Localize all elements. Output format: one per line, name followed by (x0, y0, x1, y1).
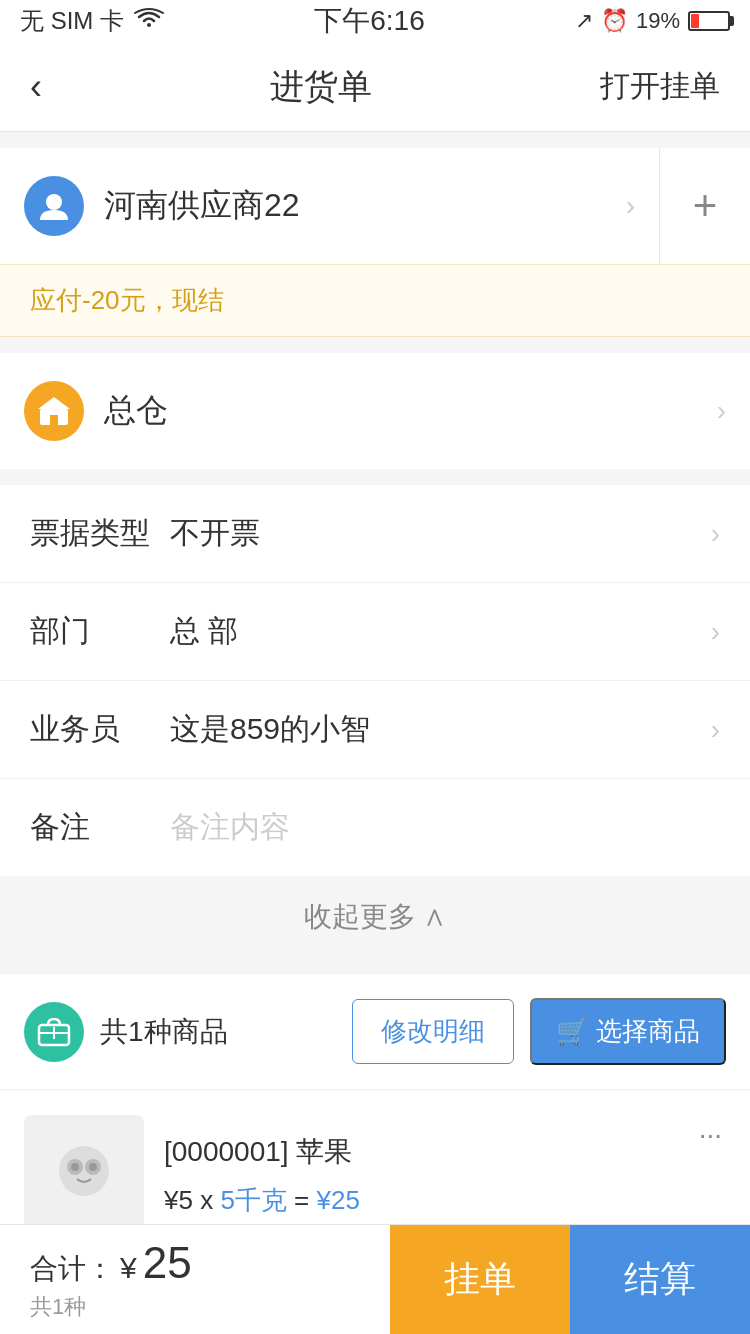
footer-total-area: 合计： ¥ 25 共1种 (0, 1238, 390, 1322)
department-chevron-icon: › (711, 616, 720, 648)
department-label: 部门 (30, 611, 170, 652)
open-hang-button[interactable]: 打开挂单 (600, 66, 720, 107)
settle-button[interactable]: 结算 (570, 1225, 750, 1335)
agent-row[interactable]: 业务员 这是859的小智 › (0, 681, 750, 779)
agent-chevron-icon: › (711, 714, 720, 746)
ticket-type-row[interactable]: 票据类型 不开票 › (0, 485, 750, 583)
product-code: [0000001] (164, 1136, 296, 1167)
supplier-chevron-icon: › (626, 190, 635, 222)
battery-percent: 19% (636, 8, 680, 34)
product-header: 共1种商品 修改明细 🛒 选择商品 (0, 974, 750, 1089)
status-time: 下午6:16 (314, 2, 425, 40)
product-thumbnail (24, 1115, 144, 1235)
footer-total-amount: 25 (143, 1238, 192, 1288)
hang-button[interactable]: 挂单 (390, 1225, 570, 1335)
notice-bar: 应付-20元，现结 (0, 264, 750, 337)
svg-rect-3 (50, 415, 58, 425)
page-title: 进货单 (270, 64, 372, 110)
status-right: ↗ ⏰ 19% (575, 8, 730, 34)
product-more-button[interactable]: ··· (695, 1115, 726, 1155)
svg-point-10 (71, 1163, 79, 1171)
product-icon (24, 1002, 84, 1062)
footer-total-label: 合计： (30, 1250, 114, 1288)
supplier-avatar (24, 176, 84, 236)
agent-value: 这是859的小智 (170, 709, 711, 750)
location-icon: ↗ (575, 8, 593, 34)
department-value: 总 部 (170, 611, 711, 652)
add-supplier-button[interactable]: + (660, 148, 750, 264)
notice-text: 应付-20元，现结 (30, 285, 224, 315)
nav-bar: ‹ 进货单 打开挂单 (0, 42, 750, 132)
product-count-label: 共1种商品 (100, 1013, 336, 1051)
ticket-type-label: 票据类型 (30, 513, 170, 554)
edit-detail-button[interactable]: 修改明细 (352, 999, 514, 1064)
back-button[interactable]: ‹ (30, 66, 42, 108)
product-info: [0000001] 苹果 ¥5 x 5千克 = ¥25 (164, 1133, 675, 1218)
footer: 合计： ¥ 25 共1种 挂单 结算 (0, 1224, 750, 1334)
select-product-label: 选择商品 (596, 1014, 700, 1049)
remark-row[interactable]: 备注 备注内容 (0, 779, 750, 876)
svg-point-7 (59, 1146, 109, 1196)
battery-icon (688, 11, 730, 31)
product-total: ¥25 (316, 1185, 359, 1215)
product-quantity: 5千克 (220, 1185, 286, 1215)
remark-input[interactable]: 备注内容 (170, 807, 720, 848)
svg-marker-2 (38, 397, 70, 409)
svg-point-11 (89, 1163, 97, 1171)
svg-point-0 (46, 194, 62, 210)
product-title: 苹果 (296, 1136, 352, 1167)
agent-label: 业务员 (30, 709, 170, 750)
price-equals: = (287, 1185, 317, 1215)
warehouse-section[interactable]: 总仓 › (0, 353, 750, 469)
product-price: ¥5 x 5千克 = ¥25 (164, 1183, 675, 1218)
status-left: 无 SIM 卡 (20, 5, 164, 37)
carrier-label: 无 SIM 卡 (20, 5, 124, 37)
form-section: 票据类型 不开票 › 部门 总 部 › 业务员 这是859的小智 › 备注 备注… (0, 485, 750, 876)
footer-currency: ¥ (120, 1251, 137, 1285)
ticket-type-chevron-icon: › (711, 518, 720, 550)
supplier-name: 河南供应商22 (104, 184, 626, 228)
ticket-type-value: 不开票 (170, 513, 711, 554)
collapse-label: 收起更多 ∧ (304, 898, 447, 936)
warehouse-icon (24, 381, 84, 441)
product-name: [0000001] 苹果 (164, 1133, 675, 1171)
supplier-section: 河南供应商22 › + (0, 148, 750, 264)
select-product-button[interactable]: 🛒 选择商品 (530, 998, 726, 1065)
alarm-icon: ⏰ (601, 8, 628, 34)
main-content: 河南供应商22 › + 应付-20元，现结 总仓 › 票据类型 不开票 › 部门 (0, 148, 750, 1334)
footer-sub-label: 共1种 (30, 1292, 360, 1322)
collapse-bar[interactable]: 收起更多 ∧ (0, 876, 750, 958)
price-unit: ¥5 x (164, 1185, 220, 1215)
warehouse-chevron-icon: › (717, 395, 726, 427)
remark-label: 备注 (30, 807, 170, 848)
status-bar: 无 SIM 卡 下午6:16 ↗ ⏰ 19% (0, 0, 750, 42)
department-row[interactable]: 部门 总 部 › (0, 583, 750, 681)
wifi-icon (134, 7, 164, 35)
cart-icon: 🛒 (556, 1016, 588, 1047)
warehouse-name: 总仓 (104, 389, 717, 433)
supplier-selector[interactable]: 河南供应商22 › (0, 148, 660, 264)
